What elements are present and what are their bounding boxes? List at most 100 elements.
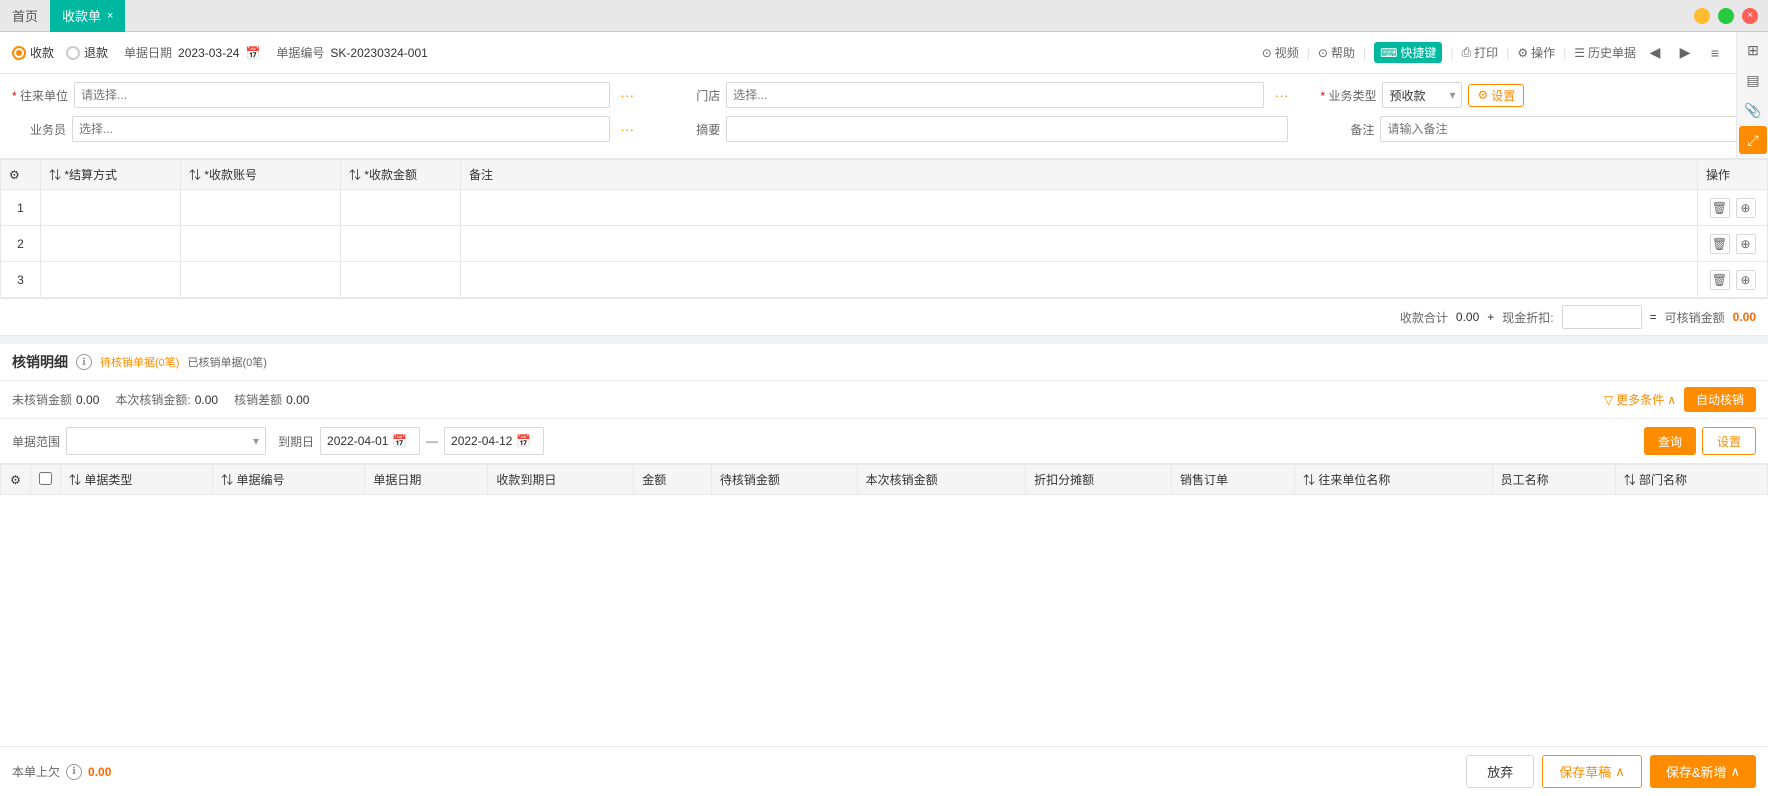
writeoff-info-icon[interactable]: ℹ (76, 354, 92, 370)
row1-account[interactable] (181, 190, 341, 226)
nav-next-icon[interactable]: ▶ (1674, 42, 1696, 64)
th-gear[interactable]: ⚙ (1, 160, 41, 190)
sidebar-table-icon[interactable]: ⊞ (1739, 36, 1767, 64)
query-button[interactable]: 查询 (1644, 427, 1696, 455)
bth-gear[interactable]: ⚙ (1, 465, 31, 495)
window-controls: × (1694, 8, 1768, 24)
partner-more-icon[interactable]: ··· (620, 87, 634, 103)
row3-settle[interactable] (41, 262, 181, 298)
help-btn[interactable]: ⊙ 帮助 (1318, 44, 1355, 61)
row3-amount[interactable] (341, 262, 461, 298)
table-gear-icon: ⚙ (9, 168, 20, 182)
biz-type-select[interactable]: 预收款 ▾ (1382, 82, 1462, 108)
th-ops: 操作 (1698, 160, 1768, 190)
row1-delete-icon[interactable]: 🗑 (1710, 198, 1730, 218)
row2-settle[interactable] (41, 226, 181, 262)
auto-writeoff-button[interactable]: 自动核销 (1684, 387, 1756, 412)
more-conditions-chevron: ∧ (1667, 393, 1676, 407)
nav-list-icon[interactable]: ≡ (1704, 42, 1726, 64)
pending-tab[interactable]: 待核销单据(0笔) (100, 354, 179, 370)
biz-type-field: * 业务类型 预收款 ▾ ⚙ 设置 (1320, 82, 1756, 108)
sort-partner[interactable]: ⇅ (1303, 473, 1315, 487)
row3-delete-icon[interactable]: 🗑 (1710, 270, 1730, 290)
row3-copy-icon[interactable]: ⊕ (1736, 270, 1756, 290)
staff-input[interactable] (72, 116, 610, 142)
th-amount: ⇅ *收款金额 (341, 160, 461, 190)
note-input[interactable] (1380, 116, 1756, 142)
close-button[interactable]: × (1742, 8, 1758, 24)
shop-input[interactable] (726, 82, 1264, 108)
doc-date-calendar-icon[interactable]: 📅 (245, 46, 260, 60)
abandon-button[interactable]: 放弃 (1466, 755, 1534, 788)
row3-ops: 🗑 ⊕ (1698, 262, 1768, 298)
radio-receipt-label: 收款 (30, 44, 54, 61)
sort-doc-type[interactable]: ⇅ (69, 473, 81, 487)
save-draft-button[interactable]: 保存草稿 ∧ (1542, 755, 1642, 788)
tab-home[interactable]: 首页 (0, 0, 50, 32)
tab-close-icon[interactable]: × (107, 10, 113, 22)
writeoff-stats-right: ▽ 更多条件 ∧ 自动核销 (1604, 387, 1756, 412)
radio-refund[interactable]: 退款 (66, 44, 108, 61)
th-account: ⇅ *收款账号 (181, 160, 341, 190)
more-conditions-btn[interactable]: ▽ 更多条件 ∧ (1604, 391, 1676, 408)
sort-doc-num[interactable]: ⇅ (221, 473, 233, 487)
row2-amount[interactable] (341, 226, 461, 262)
equals-sign: = (1650, 310, 1657, 324)
balance-value: 0.00 (88, 765, 111, 779)
row2-copy-icon[interactable]: ⊕ (1736, 234, 1756, 254)
discount-input[interactable] (1562, 305, 1642, 329)
shop-more-icon[interactable]: ··· (1274, 87, 1288, 103)
nav-prev-icon[interactable]: ◀ (1644, 42, 1666, 64)
row1-copy-icon[interactable]: ⊕ (1736, 198, 1756, 218)
doc-num-value: SK-20230324-001 (330, 46, 427, 60)
print-btn[interactable]: ⎙ 打印 (1462, 44, 1499, 61)
sidebar-layout-icon[interactable]: ▤ (1739, 66, 1767, 94)
range-select[interactable]: ▾ (66, 427, 266, 455)
summary-input[interactable] (726, 116, 1288, 142)
row2-delete-icon[interactable]: 🗑 (1710, 234, 1730, 254)
sort-amount-icon[interactable]: ⇅ (349, 168, 361, 182)
row1-amount[interactable] (341, 190, 461, 226)
done-tab[interactable]: 已核销单据(0笔) (187, 354, 266, 370)
row1-num: 1 (1, 190, 41, 226)
row2-remark[interactable] (461, 226, 1698, 262)
writeoff-table: ⚙ ⇅ 单据类型 ⇅ 单据编号 单据日期 (0, 464, 1768, 495)
row1-settle[interactable] (41, 190, 181, 226)
sort-settle-icon[interactable]: ⇅ (49, 168, 61, 182)
table-row: 3 🗑 ⊕ (1, 262, 1768, 298)
section-divider (0, 336, 1768, 344)
form-row-2: 业务员 ··· 摘要 备注 (12, 116, 1756, 142)
history-label: 历史单据 (1588, 44, 1636, 61)
maximize-button[interactable] (1718, 8, 1734, 24)
writeoff-title: 核销明细 (12, 352, 68, 372)
shortcut-btn[interactable]: ⌨ 快捷键 (1374, 42, 1442, 63)
balance-info-icon[interactable]: ℹ (66, 764, 82, 780)
save-new-button[interactable]: 保存&新增 ∧ (1650, 755, 1756, 788)
filter-settings-button[interactable]: 设置 (1702, 427, 1756, 455)
sidebar-expand-icon[interactable]: ⤢ (1739, 126, 1767, 154)
operation-btn[interactable]: ⚙ 操作 (1517, 44, 1555, 61)
row3-remark[interactable] (461, 262, 1698, 298)
form-settings-button[interactable]: ⚙ 设置 (1468, 84, 1524, 107)
row2-account[interactable] (181, 226, 341, 262)
doc-num-label: 单据编号 (276, 44, 324, 61)
partner-input[interactable] (74, 82, 610, 108)
radio-receipt[interactable]: 收款 (12, 44, 54, 61)
sort-account-icon[interactable]: ⇅ (189, 168, 201, 182)
sidebar-attach-icon[interactable]: 📎 (1739, 96, 1767, 124)
staff-more-icon[interactable]: ··· (620, 121, 634, 137)
row3-account[interactable] (181, 262, 341, 298)
print-label: 打印 (1474, 44, 1498, 61)
select-all-checkbox[interactable] (39, 472, 52, 485)
history-icon: ☰ (1574, 46, 1585, 60)
tab-receipt[interactable]: 收款单 × (50, 0, 125, 32)
minimize-button[interactable] (1694, 8, 1710, 24)
video-btn[interactable]: ⊙ 视频 (1262, 44, 1299, 61)
date-to-picker[interactable]: 2022-04-12 📅 (444, 427, 544, 455)
row1-remark[interactable] (461, 190, 1698, 226)
bth-check[interactable] (31, 465, 61, 495)
date-from-picker[interactable]: 2022-04-01 📅 (320, 427, 420, 455)
history-btn[interactable]: ☰ 历史单据 (1574, 44, 1636, 61)
more-conditions-label: 更多条件 (1616, 391, 1664, 408)
sort-dept[interactable]: ⇅ (1624, 473, 1636, 487)
